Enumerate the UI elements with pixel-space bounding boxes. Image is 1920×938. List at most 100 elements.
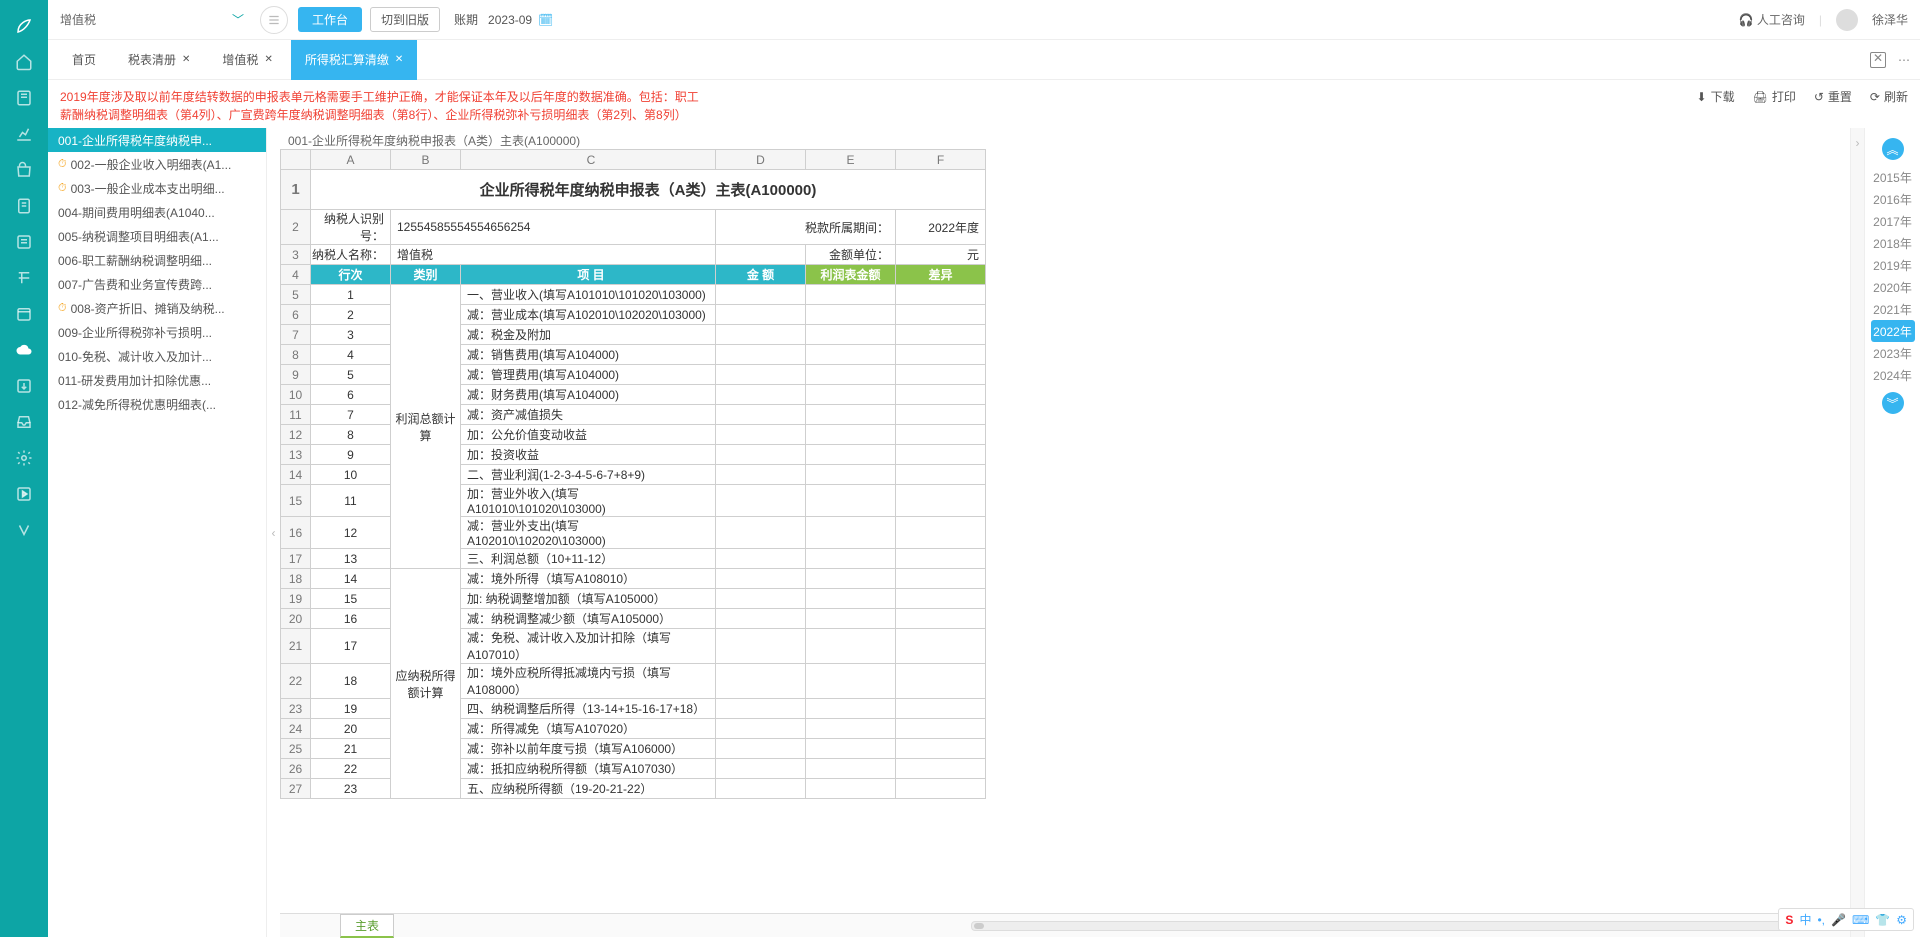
sidebar-collapse[interactable]: ‹ (266, 128, 280, 937)
amount-cell[interactable] (806, 664, 896, 699)
reset-button[interactable]: ↺ 重置 (1814, 88, 1852, 105)
horizontal-scrollbar[interactable] (971, 921, 1850, 931)
menu-circle-icon[interactable] (260, 6, 288, 34)
year-button[interactable]: 2019年 (1871, 254, 1915, 276)
switch-old-button[interactable]: 切到旧版 (370, 7, 440, 32)
close-icon[interactable]: ✕ (395, 54, 403, 65)
tab-income-tax[interactable]: 所得税汇算清缴✕ (291, 40, 417, 80)
amount-cell[interactable] (896, 629, 986, 664)
amount-cell[interactable] (806, 609, 896, 629)
amount-cell[interactable] (806, 465, 896, 485)
amount-cell[interactable] (716, 759, 806, 779)
year-button[interactable]: 2024年 (1871, 364, 1915, 386)
print-button[interactable]: 🖨 打印 (1753, 88, 1796, 105)
amount-cell[interactable] (896, 365, 986, 385)
amount-cell[interactable] (716, 285, 806, 305)
amount-cell[interactable] (896, 385, 986, 405)
refresh-button[interactable]: ⟳ 刷新 (1870, 88, 1908, 105)
amount-cell[interactable] (806, 365, 896, 385)
amount-cell[interactable] (806, 629, 896, 664)
amount-cell[interactable] (806, 779, 896, 799)
nav-book-icon[interactable] (0, 80, 48, 116)
amount-cell[interactable] (896, 445, 986, 465)
amount-cell[interactable] (716, 385, 806, 405)
sidebar-item[interactable]: ⏱002-一般企业收入明细表(A1... (48, 152, 266, 176)
close-icon[interactable]: ✕ (182, 54, 190, 65)
nav-bag-icon[interactable] (0, 152, 48, 188)
amount-cell[interactable] (896, 589, 986, 609)
amount-cell[interactable] (716, 365, 806, 385)
amount-cell[interactable] (806, 719, 896, 739)
amount-cell[interactable] (716, 779, 806, 799)
amount-cell[interactable] (716, 465, 806, 485)
sidebar-item[interactable]: ⏱003-一般企业成本支出明细... (48, 176, 266, 200)
amount-cell[interactable] (896, 779, 986, 799)
amount-cell[interactable] (806, 285, 896, 305)
sidebar-item[interactable]: 005-纳税调整项目明细表(A1... (48, 224, 266, 248)
amount-cell[interactable] (716, 664, 806, 699)
sidebar-item[interactable]: 012-减免所得税优惠明细表(... (48, 392, 266, 416)
spreadsheet[interactable]: ABCDEF1企业所得税年度纳税申报表（A类）主表(A100000)2纳税人识别… (280, 149, 1850, 913)
tab-home[interactable]: 首页 (58, 40, 110, 80)
sidebar-item[interactable]: 010-免税、减计收入及加计... (48, 344, 266, 368)
amount-cell[interactable] (716, 325, 806, 345)
amount-cell[interactable] (716, 719, 806, 739)
amount-cell[interactable] (896, 609, 986, 629)
amount-cell[interactable] (716, 739, 806, 759)
year-button[interactable]: 2015年 (1871, 166, 1915, 188)
amount-cell[interactable] (806, 699, 896, 719)
amount-cell[interactable] (806, 739, 896, 759)
sidebar-item[interactable]: 006-职工薪酬纳税调整明细... (48, 248, 266, 272)
sidebar-item[interactable]: 011-研发费用加计扣除优惠... (48, 368, 266, 392)
tab-tax-list[interactable]: 税表清册✕ (114, 40, 204, 80)
amount-cell[interactable] (896, 699, 986, 719)
amount-cell[interactable] (716, 699, 806, 719)
sheet-tab-main[interactable]: 主表 (340, 914, 394, 938)
amount-cell[interactable] (896, 549, 986, 569)
amount-cell[interactable] (896, 305, 986, 325)
year-button[interactable]: 2022年 (1871, 320, 1915, 342)
amount-cell[interactable] (896, 759, 986, 779)
amount-cell[interactable] (716, 425, 806, 445)
amount-cell[interactable] (896, 465, 986, 485)
period-value[interactable]: 2023-09 (488, 13, 532, 27)
amount-cell[interactable] (896, 517, 986, 549)
amount-cell[interactable] (896, 285, 986, 305)
amount-cell[interactable] (716, 589, 806, 609)
amount-cell[interactable] (716, 485, 806, 517)
amount-cell[interactable] (896, 569, 986, 589)
avatar[interactable] (1836, 9, 1858, 31)
amount-cell[interactable] (716, 629, 806, 664)
amount-cell[interactable] (896, 664, 986, 699)
amount-cell[interactable] (896, 325, 986, 345)
sidebar-item[interactable]: 001-企业所得税年度纳税申... (48, 128, 266, 152)
nav-list-icon[interactable] (0, 224, 48, 260)
tab-vat[interactable]: 增值税✕ (208, 40, 286, 80)
amount-cell[interactable] (716, 569, 806, 589)
amount-cell[interactable] (806, 405, 896, 425)
sidebar-item[interactable]: ⏱008-资产折旧、摊销及纳税... (48, 296, 266, 320)
amount-cell[interactable] (716, 405, 806, 425)
amount-cell[interactable] (806, 385, 896, 405)
year-button[interactable]: 2023年 (1871, 342, 1915, 364)
nav-settings-icon[interactable] (0, 440, 48, 476)
amount-cell[interactable] (716, 445, 806, 465)
nav-v-icon[interactable] (0, 512, 48, 548)
nav-inbox-icon[interactable] (0, 404, 48, 440)
year-button[interactable]: 2016年 (1871, 188, 1915, 210)
amount-cell[interactable] (896, 739, 986, 759)
right-panel-expand[interactable]: › (1850, 128, 1864, 937)
nav-tax-icon[interactable] (0, 260, 48, 296)
workspace-button[interactable]: 工作台 (298, 7, 362, 32)
amount-cell[interactable] (716, 517, 806, 549)
ime-toolbar[interactable]: S 中 •,🎤⌨👕⚙ (1778, 908, 1914, 931)
amount-cell[interactable] (806, 485, 896, 517)
sidebar-item[interactable]: 004-期间费用明细表(A1040... (48, 200, 266, 224)
more-icon[interactable]: ⋯ (1898, 53, 1910, 67)
amount-cell[interactable] (896, 719, 986, 739)
amount-cell[interactable] (896, 345, 986, 365)
amount-cell[interactable] (896, 405, 986, 425)
scroll-up-icon[interactable]: ︽ (1882, 138, 1904, 160)
amount-cell[interactable] (716, 345, 806, 365)
amount-cell[interactable] (806, 549, 896, 569)
